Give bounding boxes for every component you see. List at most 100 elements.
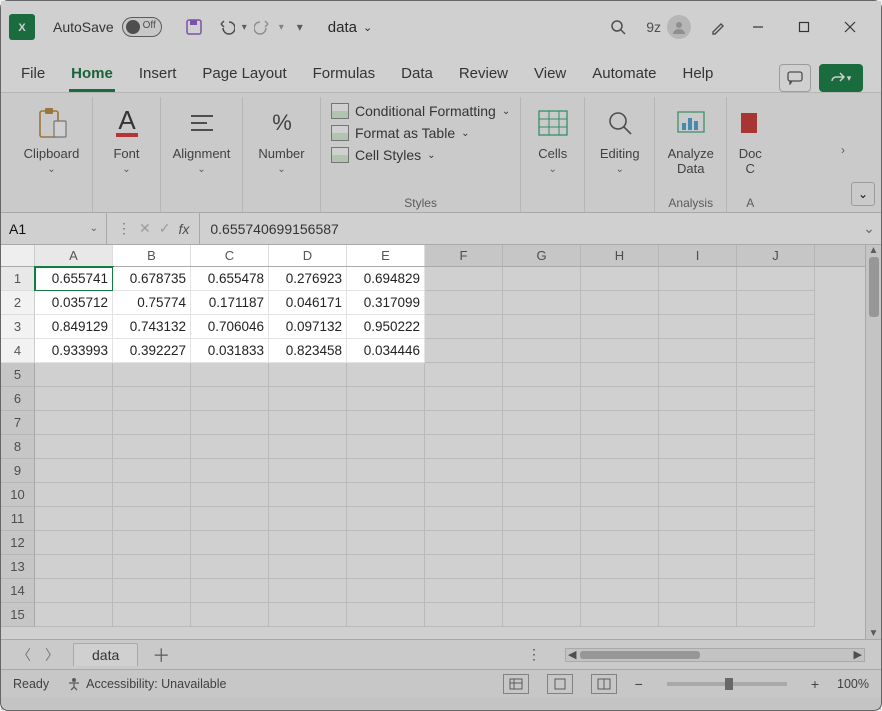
cell[interactable] — [737, 459, 815, 483]
cell[interactable] — [503, 363, 581, 387]
row-header[interactable]: 4 — [1, 339, 35, 363]
cell[interactable] — [191, 603, 269, 627]
horizontal-scrollbar[interactable]: ◀ ▶ — [565, 648, 865, 662]
cell[interactable] — [191, 387, 269, 411]
cell[interactable] — [269, 387, 347, 411]
cell[interactable] — [659, 483, 737, 507]
cell[interactable] — [425, 291, 503, 315]
cell[interactable] — [737, 435, 815, 459]
cell[interactable] — [425, 603, 503, 627]
row-header[interactable]: 6 — [1, 387, 35, 411]
cell[interactable] — [425, 483, 503, 507]
comments-button[interactable] — [779, 64, 811, 92]
tab-formulas[interactable]: Formulas — [311, 57, 378, 92]
scrollbar-thumb[interactable] — [580, 651, 700, 659]
scroll-right-icon[interactable]: ▶ — [854, 648, 862, 661]
cell[interactable] — [737, 387, 815, 411]
cell[interactable] — [659, 435, 737, 459]
accessibility-status[interactable]: Accessibility: Unavailable — [67, 677, 226, 691]
minimize-button[interactable] — [735, 7, 781, 47]
cell[interactable] — [737, 531, 815, 555]
sheet-next-icon[interactable]: 〉 — [45, 645, 59, 665]
cell[interactable] — [503, 555, 581, 579]
cell[interactable] — [425, 315, 503, 339]
cell[interactable] — [191, 507, 269, 531]
group-analyze[interactable]: Analyze Data Analysis — [655, 97, 727, 212]
expand-formula-bar-icon[interactable]: ⌄ — [857, 220, 881, 237]
cell[interactable] — [35, 507, 113, 531]
cell[interactable] — [737, 507, 815, 531]
cell[interactable] — [347, 603, 425, 627]
cell[interactable] — [347, 579, 425, 603]
cell[interactable] — [503, 339, 581, 363]
cell[interactable] — [737, 579, 815, 603]
cell[interactable] — [113, 483, 191, 507]
cell[interactable] — [659, 291, 737, 315]
cell[interactable]: 0.743132 — [113, 315, 191, 339]
column-header[interactable]: E — [347, 245, 425, 266]
row-header[interactable]: 12 — [1, 531, 35, 555]
row-header[interactable]: 3 — [1, 315, 35, 339]
cell[interactable] — [503, 387, 581, 411]
page-break-view-button[interactable] — [591, 674, 617, 694]
cell[interactable] — [659, 267, 737, 291]
cell[interactable] — [737, 267, 815, 291]
cell[interactable] — [659, 315, 737, 339]
cell[interactable] — [35, 603, 113, 627]
cell[interactable]: 0.655478 — [191, 267, 269, 291]
group-editing[interactable]: Editing ⌄ — [585, 97, 655, 212]
cell[interactable] — [503, 459, 581, 483]
tab-pagelayout[interactable]: Page Layout — [200, 57, 288, 92]
column-header[interactable]: D — [269, 245, 347, 266]
cell[interactable]: 0.276923 — [269, 267, 347, 291]
cell[interactable] — [581, 483, 659, 507]
search-icon[interactable] — [602, 11, 634, 43]
cell[interactable] — [425, 339, 503, 363]
sheet-tab[interactable]: data — [73, 643, 138, 666]
undo-icon[interactable] — [210, 11, 242, 43]
filename-dropdown[interactable]: data ⌄ — [328, 19, 372, 36]
cell[interactable]: 0.655741 — [35, 267, 113, 291]
qat-overflow-icon[interactable]: ▾ — [284, 11, 316, 43]
format-as-table-button[interactable]: Format as Table ⌄ — [331, 125, 510, 141]
row-header[interactable]: 1 — [1, 267, 35, 291]
cell[interactable] — [659, 387, 737, 411]
cell[interactable] — [659, 507, 737, 531]
cell[interactable] — [737, 483, 815, 507]
tab-data[interactable]: Data — [399, 57, 435, 92]
cell[interactable] — [581, 387, 659, 411]
scroll-down-icon[interactable]: ▼ — [866, 628, 881, 639]
cell[interactable] — [503, 531, 581, 555]
scroll-left-icon[interactable]: ◀ — [568, 648, 576, 661]
cell[interactable] — [191, 411, 269, 435]
cell[interactable] — [425, 363, 503, 387]
spreadsheet-grid[interactable]: ABCDEFGHIJ 10.6557410.6787350.6554780.27… — [1, 245, 881, 639]
cell[interactable]: 0.097132 — [269, 315, 347, 339]
select-all-corner[interactable] — [1, 245, 35, 266]
cell[interactable] — [737, 555, 815, 579]
cell[interactable] — [425, 267, 503, 291]
cell[interactable] — [581, 315, 659, 339]
cell[interactable] — [737, 603, 815, 627]
group-cells[interactable]: Cells ⌄ — [521, 97, 585, 212]
cell[interactable]: 0.75774 — [113, 291, 191, 315]
cell[interactable] — [659, 531, 737, 555]
tab-view[interactable]: View — [532, 57, 568, 92]
cell[interactable]: 0.849129 — [35, 315, 113, 339]
name-box[interactable]: A1 ⌄ — [1, 213, 107, 244]
cell[interactable] — [581, 459, 659, 483]
cell[interactable] — [503, 603, 581, 627]
cell[interactable] — [425, 579, 503, 603]
cell[interactable]: 0.823458 — [269, 339, 347, 363]
cell[interactable] — [269, 459, 347, 483]
cell[interactable] — [737, 291, 815, 315]
cell[interactable] — [35, 555, 113, 579]
cell[interactable] — [191, 555, 269, 579]
menu-dots-icon[interactable]: ⋮ — [117, 220, 131, 237]
account-button[interactable]: 9z — [646, 15, 691, 39]
row-header[interactable]: 13 — [1, 555, 35, 579]
tab-insert[interactable]: Insert — [137, 57, 179, 92]
redo-icon[interactable] — [247, 11, 279, 43]
cell[interactable]: 0.392227 — [113, 339, 191, 363]
enter-icon[interactable]: ✓ — [159, 220, 171, 237]
